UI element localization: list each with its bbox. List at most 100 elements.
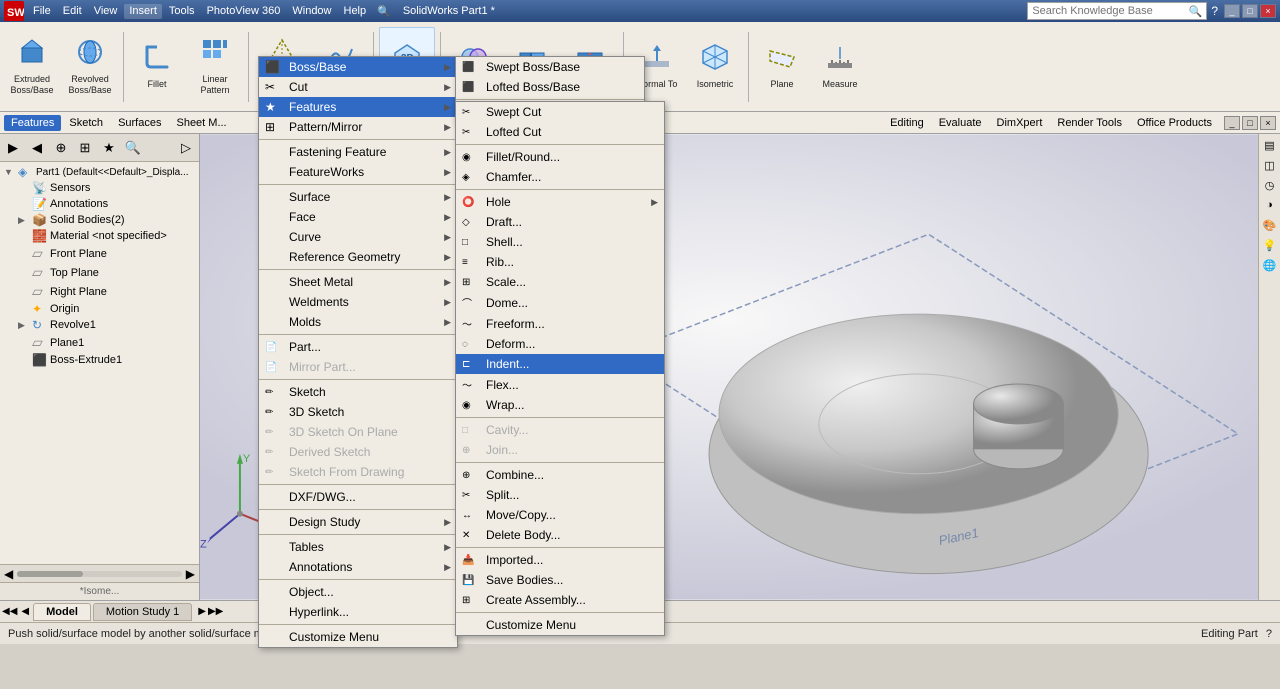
tree-item-revolve1[interactable]: ▶ ↻ Revolve1 [2, 317, 197, 333]
tree-item-boss-extrude1[interactable]: ⬛ Boss-Extrude1 [2, 352, 197, 368]
menu-split[interactable]: ✂ Split... [456, 485, 664, 505]
tree-item-sensors[interactable]: 📡 Sensors [2, 180, 197, 196]
menu-dome[interactable]: ⌒ Dome... [456, 292, 664, 313]
menu-tools-title[interactable]: Tools [164, 4, 200, 19]
menu-hole[interactable]: ⭕ Hole ▶ [456, 192, 664, 212]
menu-help-title[interactable]: Help [339, 4, 372, 19]
menu-draft[interactable]: ◇ Draft... [456, 212, 664, 232]
tab-dimxpert[interactable]: DimXpert [990, 115, 1050, 131]
tab-sketch[interactable]: Sketch [62, 115, 110, 131]
add-item-icon[interactable]: ⊕ [50, 137, 72, 159]
tab-model[interactable]: Model [33, 603, 91, 621]
rmt-btn-1[interactable]: ▤ [1261, 136, 1279, 154]
menu-customize-feat[interactable]: Customize Menu [456, 615, 664, 635]
menu-rib[interactable]: ≡ Rib... [456, 252, 664, 272]
menu-item-curve[interactable]: Curve ▶ [259, 227, 457, 247]
more-icon[interactable]: ▷ [175, 137, 197, 159]
menu-imported[interactable]: 📥 Imported... [456, 550, 664, 570]
help-status-icon[interactable]: ? [1266, 628, 1272, 640]
menu-item-molds[interactable]: Molds ▶ [259, 312, 457, 332]
menu-delete-body[interactable]: ✕ Delete Body... [456, 525, 664, 545]
menu-edit-title[interactable]: Edit [58, 4, 87, 19]
toolbar-isometric[interactable]: Isometric [687, 27, 743, 107]
tab-office-products[interactable]: Office Products [1130, 115, 1219, 131]
menu-item-tables[interactable]: Tables ▶ [259, 537, 457, 557]
menu-item-boss-base[interactable]: ⬛ Boss/Base ▶ [259, 57, 457, 77]
menu-move-copy[interactable]: ↔ Move/Copy... [456, 505, 664, 525]
menu-item-cut[interactable]: ✂ Cut ▶ [259, 77, 457, 97]
menu-flex[interactable]: 〜 Flex... [456, 374, 664, 395]
menu-file-title[interactable]: File [28, 4, 56, 19]
menu-freeform[interactable]: 〜 Freeform... [456, 313, 664, 334]
menu-item-reference-geometry[interactable]: Reference Geometry ▶ [259, 247, 457, 267]
menu-scale[interactable]: ⊞ Scale... [456, 272, 664, 292]
viewport-max-btn[interactable]: □ [1242, 116, 1258, 130]
star-icon[interactable]: ★ [98, 137, 120, 159]
menu-item-annotations[interactable]: Annotations ▶ [259, 557, 457, 577]
search-input[interactable] [1032, 5, 1188, 17]
menu-item-featureworks[interactable]: FeatureWorks ▶ [259, 162, 457, 182]
menu-item-object[interactable]: Object... [259, 582, 457, 602]
toolbar-measure[interactable]: Measure [812, 27, 868, 107]
menu-item-dxf-dwg[interactable]: DXF/DWG... [259, 487, 457, 507]
tab-surfaces[interactable]: Surfaces [111, 115, 168, 131]
back-icon[interactable]: ◀ [26, 137, 48, 159]
tree-item-annotations[interactable]: 📝 Annotations [2, 196, 197, 212]
menu-item-pattern-mirror[interactable]: ⊞ Pattern/Mirror ▶ [259, 117, 457, 137]
tab-features[interactable]: Features [4, 115, 61, 131]
nav-prev[interactable]: ◀◀ [2, 606, 17, 617]
menu-swept-cut[interactable]: ✂ Swept Cut [456, 102, 664, 122]
menu-item-surface[interactable]: Surface ▶ [259, 187, 457, 207]
scroll-right-icon[interactable]: ▶ [186, 567, 195, 581]
menu-lofted-cut[interactable]: ✂ Lofted Cut [456, 122, 664, 142]
menu-swept-boss[interactable]: ⬛ Swept Boss/Base [456, 57, 644, 77]
nav-next[interactable]: ▶ [198, 606, 206, 617]
close-button[interactable]: × [1260, 4, 1276, 18]
menu-view-title[interactable]: View [89, 4, 123, 19]
tab-sheet-metal[interactable]: Sheet M... [169, 115, 233, 131]
nav-next2[interactable]: ▶▶ [208, 606, 223, 617]
minimize-button[interactable]: _ [1224, 4, 1240, 18]
tree-item-solid-bodies[interactable]: ▶ 📦 Solid Bodies(2) [2, 212, 197, 228]
menu-item-design-study[interactable]: Design Study ▶ [259, 512, 457, 532]
menu-indent[interactable]: ⊏ Indent... [456, 354, 664, 374]
tree-item-origin[interactable]: ✦ Origin [2, 301, 197, 317]
menu-item-face[interactable]: Face ▶ [259, 207, 457, 227]
tree-item-front-plane[interactable]: ▱ Front Plane [2, 244, 197, 263]
menu-item-hyperlink[interactable]: Hyperlink... [259, 602, 457, 622]
menu-photoview-title[interactable]: PhotoView 360 [202, 4, 286, 19]
menu-shell[interactable]: □ Shell... [456, 232, 664, 252]
rmt-btn-4[interactable]: ◑ [1261, 196, 1279, 214]
menu-item-features[interactable]: ★ Features ▶ [259, 97, 457, 117]
rmt-btn-5[interactable]: 🎨 [1261, 216, 1279, 234]
menu-lofted-boss[interactable]: ⬛ Lofted Boss/Base [456, 77, 644, 97]
tree-item-plane1[interactable]: ▱ Plane1 [2, 333, 197, 352]
grid-icon[interactable]: ⊞ [74, 137, 96, 159]
menu-search-icon[interactable]: 🔍 [373, 4, 395, 19]
scroll-left-icon[interactable]: ◀ [4, 567, 13, 581]
menu-save-bodies[interactable]: 💾 Save Bodies... [456, 570, 664, 590]
rmt-btn-6[interactable]: 💡 [1261, 236, 1279, 254]
help-icon[interactable]: ? [1211, 4, 1218, 18]
menu-item-fastening-feature[interactable]: Fastening Feature ▶ [259, 142, 457, 162]
rmt-btn-7[interactable]: 🌐 [1261, 256, 1279, 274]
menu-chamfer[interactable]: ◈ Chamfer... [456, 167, 664, 187]
tree-item-material[interactable]: 🧱 Material <not specified> [2, 228, 197, 244]
filter-icon[interactable]: ▶ [2, 137, 24, 159]
toolbar-extruded-boss[interactable]: Extruded Boss/Base [4, 27, 60, 107]
toolbar-fillet[interactable]: Fillet [129, 27, 185, 107]
tab-motion-study-1[interactable]: Motion Study 1 [93, 603, 192, 621]
toolbar-linear-pattern[interactable]: Linear Pattern [187, 27, 243, 107]
search-tree-icon[interactable]: 🔍 [122, 137, 144, 159]
menu-item-customize[interactable]: Customize Menu [259, 627, 457, 647]
tree-item-top-plane[interactable]: ▱ Top Plane [2, 263, 197, 282]
tree-item-part[interactable]: ▼ ◈ Part1 (Default<<Default>_Displa... [2, 164, 197, 180]
menu-item-weldments[interactable]: Weldments ▶ [259, 292, 457, 312]
nav-prev2[interactable]: ◀ [21, 606, 29, 617]
menu-window-title[interactable]: Window [287, 4, 336, 19]
tree-item-right-plane[interactable]: ▱ Right Plane [2, 282, 197, 301]
tab-render-tools[interactable]: Render Tools [1050, 115, 1129, 131]
toolbar-plane[interactable]: Plane [754, 27, 810, 107]
menu-wrap[interactable]: ◉ Wrap... [456, 395, 664, 415]
menu-insert-title[interactable]: Insert [124, 4, 162, 19]
